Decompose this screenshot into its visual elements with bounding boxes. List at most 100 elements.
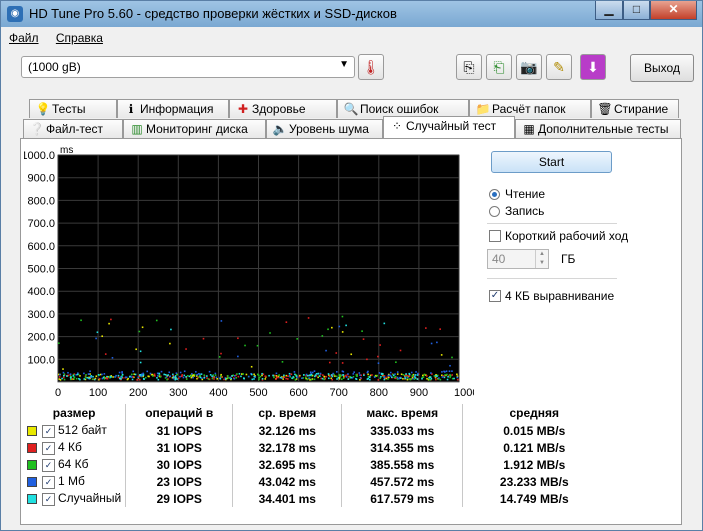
data-point — [334, 375, 336, 377]
x-tick-label: 100 — [89, 387, 107, 399]
data-point — [309, 374, 311, 376]
data-point — [79, 378, 81, 381]
data-point — [428, 377, 430, 379]
x-tick-label: 400 — [209, 387, 227, 399]
data-point — [301, 377, 303, 380]
write-radio[interactable] — [489, 206, 500, 217]
read-radio[interactable] — [489, 189, 500, 200]
tab-erase[interactable]: 🗑Стирание — [591, 99, 679, 118]
data-point — [130, 373, 133, 376]
ops-cell: 30 IOPS — [125, 456, 234, 473]
camera-icon[interactable]: 📷 — [516, 54, 542, 80]
copy-all-icon[interactable]: ⎗ — [486, 54, 512, 80]
data-point — [118, 371, 121, 374]
data-point — [328, 361, 331, 364]
spin-up-icon[interactable]: ▲ — [535, 250, 548, 259]
data-point — [381, 373, 384, 375]
minimize-button[interactable]: ▁ — [595, 1, 623, 20]
data-point — [425, 375, 428, 377]
data-point — [72, 375, 75, 377]
data-point — [408, 378, 411, 380]
data-point — [157, 375, 159, 377]
data-point — [456, 373, 458, 376]
data-point — [115, 374, 117, 377]
start-button[interactable]: Start — [491, 151, 612, 173]
divider — [487, 278, 617, 279]
y-tick-label: 600.0 — [27, 241, 55, 253]
data-point — [294, 373, 296, 376]
tab-info[interactable]: ℹ Информация — [117, 99, 229, 118]
data-point — [392, 374, 395, 377]
save-icon[interactable]: ⬇ — [580, 54, 606, 80]
data-point — [377, 362, 380, 365]
data-point — [366, 358, 368, 361]
series-checkbox[interactable]: ✓ — [42, 458, 55, 472]
short-stroke-checkbox[interactable] — [489, 230, 501, 242]
data-point — [268, 374, 270, 377]
data-point — [347, 373, 349, 375]
data-point — [308, 377, 311, 379]
data-point — [441, 371, 443, 373]
data-point — [331, 375, 334, 378]
tab-disk-monitor[interactable]: ▥ Мониторинг диска — [123, 119, 266, 138]
exit-button[interactable]: Выход — [630, 54, 694, 82]
data-point — [220, 373, 222, 376]
bar-chart-icon: ▥ — [131, 122, 143, 136]
data-point — [400, 377, 402, 379]
data-point — [121, 376, 123, 378]
data-point — [441, 374, 443, 377]
data-point — [319, 375, 321, 377]
short-stroke-spinner[interactable]: 40 ▲ ▼ — [487, 249, 549, 269]
series-checkbox[interactable]: ✓ — [42, 492, 55, 506]
ops-cell: 31 IOPS — [125, 422, 234, 439]
data-point — [319, 372, 322, 375]
tab-health[interactable]: ✚ Здоровье — [229, 99, 337, 118]
data-point — [110, 376, 112, 378]
data-point — [179, 371, 182, 374]
maximize-button[interactable]: □ — [623, 1, 650, 20]
data-point — [433, 375, 436, 377]
copy-info-icon[interactable]: ⎘ — [456, 54, 482, 80]
thermometer-icon[interactable]: 🌡 — [358, 54, 384, 80]
spin-down-icon[interactable]: ▼ — [535, 259, 548, 268]
tab-random-access[interactable]: ⁘ Случайный тест — [383, 116, 515, 138]
series-checkbox[interactable]: ✓ — [42, 424, 55, 438]
max-cell: 617.579 ms — [341, 490, 464, 507]
data-point — [379, 377, 382, 380]
drive-select-value: (1000 gB) — [28, 60, 81, 74]
tab-file-test[interactable]: ❔ Файл-тест — [23, 119, 123, 138]
data-point — [378, 372, 381, 374]
tab-extra-tests[interactable]: ▦ Дополнительные тесты — [515, 119, 681, 138]
title-bar[interactable]: ◉ HD Tune Pro 5.60 - средство проверки ж… — [1, 1, 702, 27]
data-point — [435, 378, 437, 381]
options-icon[interactable]: ✎ — [546, 54, 572, 80]
y-tick-label: 500.0 — [27, 264, 55, 276]
read-label: Чтение — [505, 187, 546, 201]
tab-noise-level[interactable]: 🔈 Уровень шума — [266, 119, 383, 138]
tab-tests[interactable]: 💡 Тесты — [29, 99, 117, 118]
data-point — [58, 376, 61, 378]
data-point — [69, 378, 72, 381]
data-point — [290, 373, 293, 376]
rate-cell: 1.912 MB/s — [503, 457, 566, 472]
series-checkbox[interactable]: ✓ — [42, 475, 55, 489]
header-rate: средняя — [509, 406, 560, 420]
data-point — [261, 377, 264, 380]
header-size: размер — [23, 404, 127, 422]
data-point — [101, 335, 104, 338]
close-button[interactable]: ✕ — [650, 1, 697, 20]
row-label-cell: ✓ 64 Кб — [23, 456, 127, 473]
menu-help[interactable]: Справка — [56, 31, 103, 45]
data-point — [58, 342, 60, 344]
data-point — [90, 375, 93, 377]
drive-select[interactable]: (1000 gB) ▼ — [21, 56, 355, 78]
align-4kb-checkbox[interactable]: ✓ — [489, 290, 501, 302]
series-checkbox[interactable]: ✓ — [42, 441, 55, 455]
data-point — [311, 371, 314, 374]
menu-file[interactable]: Файл — [9, 31, 39, 45]
data-point — [88, 377, 90, 380]
data-point — [172, 376, 175, 378]
y-tick-label: 400.0 — [27, 286, 55, 298]
data-point — [441, 376, 444, 378]
data-point — [243, 377, 245, 380]
